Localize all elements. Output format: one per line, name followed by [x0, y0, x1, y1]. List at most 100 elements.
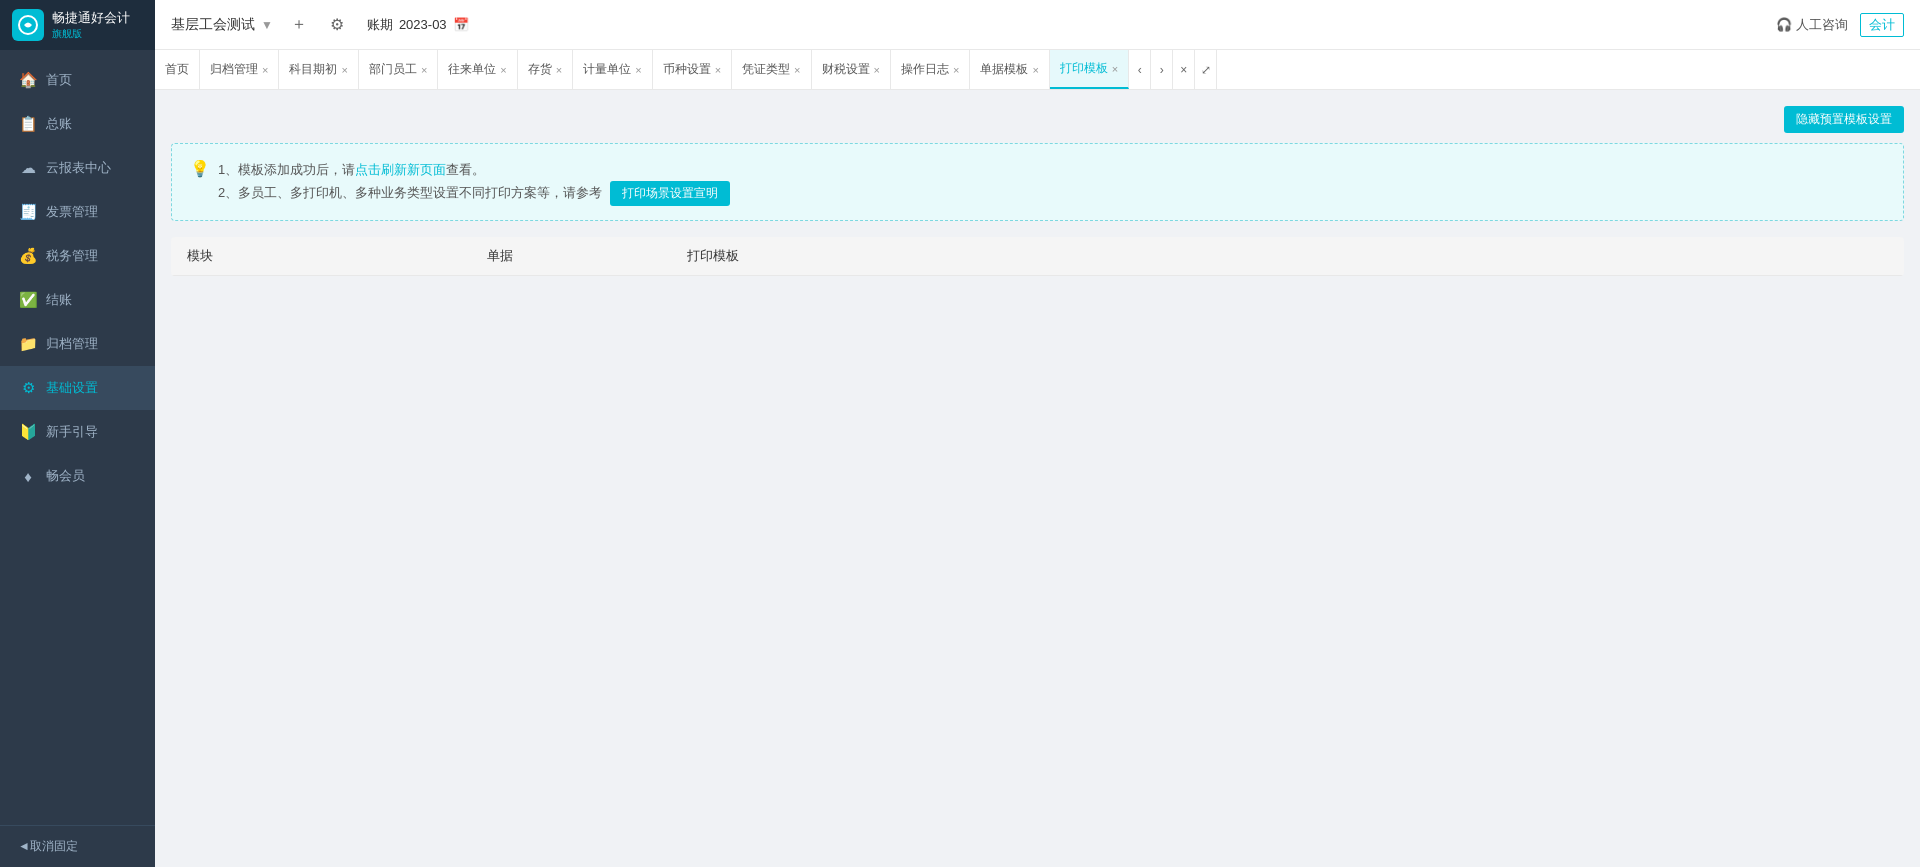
sidebar: 畅捷通好会计 旗舰版 🏠首页 📋 总账 ☁ 云报表中心 🧾发票管理 💰 税务管理 ✅ 结账 📁 归档管…: [0, 0, 155, 867]
nav-label-guide: 新手引导: [46, 423, 98, 441]
refresh-link[interactable]: 点击刷新新页面: [355, 162, 446, 177]
topbar: 基层工会测试 ▼ ＋ ⚙ 账期 2023-03 📅 🎧 人工咨询 会计: [155, 0, 1920, 50]
headset-icon: 🎧: [1776, 17, 1792, 32]
nav-icon-checkout: ✅: [18, 290, 38, 310]
org-name: 基层工会测试: [171, 16, 255, 34]
tab-label: 凭证类型: [742, 61, 790, 78]
sidebar-unpin[interactable]: ◄取消固定: [0, 825, 155, 867]
period-value: 2023-03: [399, 17, 447, 32]
nav-label-ledger: 总账: [46, 115, 72, 133]
tab-close-btn[interactable]: ×: [715, 64, 721, 76]
sidebar-item-guide[interactable]: 🔰 新手引导: [0, 410, 155, 454]
hide-template-btn[interactable]: 隐藏预置模板设置: [1784, 106, 1904, 133]
tab-close-btn[interactable]: ×: [341, 64, 347, 76]
tab-部门员工[interactable]: 部门员工 ×: [359, 50, 438, 89]
tab-close-btn[interactable]: ×: [635, 64, 641, 76]
tab-label: 操作日志: [901, 61, 949, 78]
tab-scroll-left-btn[interactable]: ‹: [1129, 50, 1151, 89]
nav-icon-member: ♦: [18, 466, 38, 486]
tab-label: 首页: [165, 61, 189, 78]
action-bar: 隐藏预置模板设置: [171, 106, 1904, 133]
nav-label-invoice: 发票管理: [46, 203, 98, 221]
nav-icon-archive: 📁: [18, 334, 38, 354]
tip-box: 💡 1、模板添加成功后，请点击刷新新页面查看。 2、多员工、多打印机、多种业务类…: [171, 143, 1904, 221]
nav-icon-guide: 🔰: [18, 422, 38, 442]
tab-label: 币种设置: [663, 61, 711, 78]
tab-expand-btn[interactable]: ⤢: [1195, 50, 1217, 89]
sidebar-item-archive[interactable]: 📁 归档管理: [0, 322, 155, 366]
tab-凭证类型[interactable]: 凭证类型 ×: [732, 50, 811, 89]
tab-close-btn[interactable]: ×: [1032, 64, 1038, 76]
tab-往来单位[interactable]: 往来单位 ×: [438, 50, 517, 89]
kuaiji-badge[interactable]: 会计: [1860, 13, 1904, 37]
tip-line2: 2、多员工、多打印机、多种业务类型设置不同打印方案等，请参考 打印场景设置宣明: [218, 181, 730, 206]
tip-line1: 1、模板添加成功后，请点击刷新新页面查看。: [218, 158, 730, 181]
tab-close-all-btn[interactable]: ×: [1173, 50, 1195, 89]
tab-close-btn[interactable]: ×: [500, 64, 506, 76]
nav-label-basic-settings: 基础设置: [46, 379, 98, 397]
nav-icon-cloud-report: ☁: [18, 158, 38, 178]
tab-close-btn[interactable]: ×: [556, 64, 562, 76]
tip-row: 💡 1、模板添加成功后，请点击刷新新页面查看。 2、多员工、多打印机、多种业务类…: [190, 158, 1885, 206]
topbar-right: 🎧 人工咨询 会计: [1776, 13, 1904, 37]
period-label: 账期: [367, 16, 393, 34]
tab-close-btn[interactable]: ×: [794, 64, 800, 76]
content-area: 隐藏预置模板设置 💡 1、模板添加成功后，请点击刷新新页面查看。 2、多员工、多…: [155, 90, 1920, 867]
tab-计量单位[interactable]: 计量单位 ×: [573, 50, 652, 89]
nav-label-member: 畅会员: [46, 467, 85, 485]
tab-label: 存货: [528, 61, 552, 78]
tab-label: 打印模板: [1060, 60, 1108, 77]
tab-label: 往来单位: [448, 61, 496, 78]
tabs-bar: 首页归档管理 ×科目期初 ×部门员工 ×往来单位 ×存货 ×计量单位 ×币种设置…: [155, 50, 1920, 90]
tab-label: 计量单位: [583, 61, 631, 78]
tab-label: 归档管理: [210, 61, 258, 78]
add-tab-btn[interactable]: ＋: [285, 11, 313, 39]
tab-归档管理[interactable]: 归档管理 ×: [200, 50, 279, 89]
org-selector[interactable]: 基层工会测试 ▼: [171, 16, 273, 34]
topbar-actions: ＋ ⚙: [285, 11, 351, 39]
print-scene-btn[interactable]: 打印场景设置宣明: [610, 181, 730, 206]
tab-close-btn[interactable]: ×: [874, 64, 880, 76]
sidebar-item-basic-settings[interactable]: ⚙基础设置: [0, 366, 155, 410]
sidebar-item-cloud-report[interactable]: ☁ 云报表中心: [0, 146, 155, 190]
period-selector[interactable]: 账期 2023-03 📅: [367, 16, 469, 34]
sidebar-item-member[interactable]: ♦ 畅会员: [0, 454, 155, 498]
human-service-btn[interactable]: 🎧 人工咨询: [1776, 16, 1848, 34]
tab-label: 科目期初: [289, 61, 337, 78]
tab-币种设置[interactable]: 币种设置 ×: [653, 50, 732, 89]
tab-单据模板[interactable]: 单据模板 ×: [970, 50, 1049, 89]
tab-打印模板[interactable]: 打印模板 ×: [1050, 50, 1129, 89]
bulb-icon: 💡: [190, 159, 210, 178]
tab-财税设置[interactable]: 财税设置 ×: [812, 50, 891, 89]
tab-close-btn[interactable]: ×: [421, 64, 427, 76]
sidebar-item-checkout[interactable]: ✅ 结账: [0, 278, 155, 322]
sidebar-item-tax[interactable]: 💰 税务管理: [0, 234, 155, 278]
tab-科目期初[interactable]: 科目期初 ×: [279, 50, 358, 89]
print-template-table: 模块 单据 打印模板: [171, 237, 1904, 276]
tab-首页[interactable]: 首页: [155, 50, 200, 89]
human-service-label: 人工咨询: [1796, 16, 1848, 34]
tab-存货[interactable]: 存货 ×: [518, 50, 573, 89]
tab-close-btn[interactable]: ×: [1112, 63, 1118, 75]
sidebar-nav: 🏠首页 📋 总账 ☁ 云报表中心 🧾发票管理 💰 税务管理 ✅ 结账 📁 归档管理 ⚙基础设置 🔰 新手引导…: [0, 50, 155, 825]
tab-close-btn[interactable]: ×: [262, 64, 268, 76]
tab-操作日志[interactable]: 操作日志 ×: [891, 50, 970, 89]
nav-icon-ledger: 📋: [18, 114, 38, 134]
nav-label-checkout: 结账: [46, 291, 72, 309]
sidebar-item-ledger[interactable]: 📋 总账: [0, 102, 155, 146]
settings-btn[interactable]: ⚙: [323, 11, 351, 39]
tab-close-btn[interactable]: ×: [953, 64, 959, 76]
sidebar-item-invoice[interactable]: 🧾发票管理: [0, 190, 155, 234]
nav-label-tax: 税务管理: [46, 247, 98, 265]
tab-scroll-right-btn[interactable]: ›: [1151, 50, 1173, 89]
tab-label: 财税设置: [822, 61, 870, 78]
nav-label-cloud-report: 云报表中心: [46, 159, 111, 177]
sidebar-item-home[interactable]: 🏠首页: [0, 58, 155, 102]
main-area: 基层工会测试 ▼ ＋ ⚙ 账期 2023-03 📅 🎧 人工咨询 会计 首页归档…: [155, 0, 1920, 867]
tab-label: 单据模板: [980, 61, 1028, 78]
calendar-icon: 📅: [453, 17, 469, 32]
nav-label-home: 首页: [46, 71, 72, 89]
nav-icon-tax: 💰: [18, 246, 38, 266]
nav-label-archive: 归档管理: [46, 335, 98, 353]
app-name: 畅捷通好会计 旗舰版: [52, 10, 130, 40]
